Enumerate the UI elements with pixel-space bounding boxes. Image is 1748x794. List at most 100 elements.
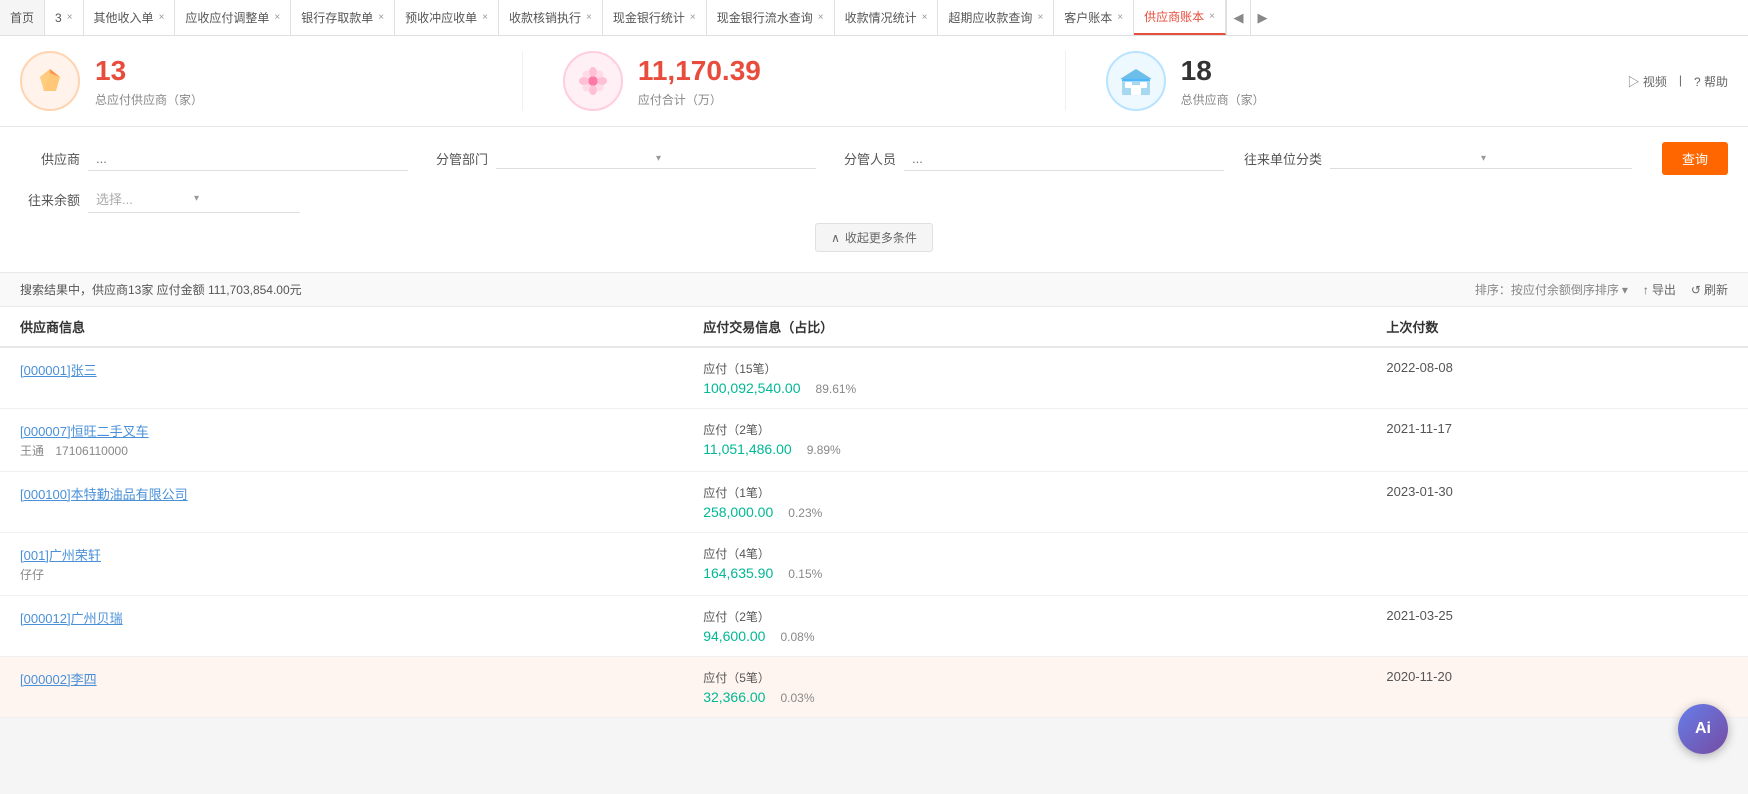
close-icon[interactable]: × [818, 12, 824, 23]
unit-class-dropdown[interactable]: ▾ [1330, 149, 1632, 169]
last-pay-cell: 2023-01-30 [1386, 484, 1728, 499]
table-row: [000012]广州贝瑞 应付（2笔） 94,600.00 0.08% 2021… [0, 596, 1748, 657]
tx-info-cell: 应付（1笔） 258,000.00 0.23% [703, 484, 1386, 520]
video-link[interactable]: ▷ 视频 [1627, 73, 1666, 90]
tx-amount[interactable]: 100,092,540.00 [703, 380, 800, 396]
supplier-link[interactable]: [000002]李四 [20, 669, 703, 688]
ai-button[interactable]: Ai [1678, 704, 1728, 754]
supplier-info-cell: [000002]李四 [20, 669, 703, 688]
tx-amount-row: 11,051,486.00 9.89% [703, 441, 1386, 457]
tab-overdue-query[interactable]: 超期应收款查询 × [938, 0, 1054, 35]
tx-label: 应付（2笔） [703, 608, 1386, 625]
supplier-info-cell: [000001]张三 [20, 360, 703, 379]
refresh-button[interactable]: ↺ 刷新 [1691, 281, 1728, 298]
close-icon[interactable]: × [274, 12, 280, 23]
supplier-sub-info: 王通 17106110000 [20, 442, 703, 459]
tab-cash-bank-stats[interactable]: 现金银行统计 × [603, 0, 707, 35]
close-icon[interactable]: × [482, 12, 488, 23]
tab-supplier-ledger[interactable]: 供应商账本 × [1134, 0, 1226, 35]
total-suppliers-label: 总供应商（家） [1181, 91, 1265, 108]
nav-arrow-right[interactable]: ▶ [1250, 0, 1274, 36]
close-icon[interactable]: × [922, 12, 928, 23]
export-icon: ↑ [1643, 283, 1649, 297]
tab-customer-ledger[interactable]: 客户账本 × [1054, 0, 1134, 35]
last-pay-cell: 2021-11-17 [1386, 421, 1728, 436]
supplier-info-cell: [000007]恒旺二手叉车 王通 17106110000 [20, 421, 703, 459]
video-icon: ▷ [1627, 75, 1639, 89]
tx-info-cell: 应付（2笔） 11,051,486.00 9.89% [703, 421, 1386, 457]
stat-total-suppliers-info: 18 总供应商（家） [1181, 54, 1265, 108]
supplier-input[interactable] [88, 147, 408, 171]
supplier-info-cell: [000012]广州贝瑞 [20, 608, 703, 627]
tx-amount[interactable]: 94,600.00 [703, 628, 765, 644]
person-label: 分管人员 [836, 149, 896, 168]
tab-receipt-exec[interactable]: 收款核销执行 × [499, 0, 603, 35]
tab-ar-ap-adjust[interactable]: 应收应付调整单 × [175, 0, 291, 35]
close-icon[interactable]: × [1037, 12, 1043, 23]
help-link[interactable]: ? 帮助 [1694, 73, 1728, 90]
balance-label: 往来余额 [20, 190, 80, 209]
close-icon[interactable]: × [378, 12, 384, 23]
tx-label: 应付（5笔） [703, 669, 1386, 686]
collapse-button[interactable]: ∧ 收起更多条件 [815, 223, 933, 252]
person-input[interactable] [904, 147, 1224, 171]
last-pay-cell: 2021-03-25 [1386, 608, 1728, 623]
tx-amount-row: 32,366.00 0.03% [703, 689, 1386, 705]
supplier-info-cell: [001]广州荣轩 仔仔 [20, 545, 703, 583]
close-icon[interactable]: × [1209, 11, 1215, 22]
payable-suppliers-label: 总应付供应商（家） [95, 91, 203, 108]
table-row: [001]广州荣轩 仔仔 应付（4笔） 164,635.90 0.15% [0, 533, 1748, 596]
last-pay-date: 2020-11-20 [1386, 669, 1452, 684]
tx-percent: 0.15% [788, 567, 822, 581]
tab-bank-deposit[interactable]: 银行存取款单 × [291, 0, 395, 35]
filter-section: 供应商 分管部门 ▾ 分管人员 往来单位分类 ▾ 查询 往来余额 选择 [0, 127, 1748, 273]
col-header-supplier: 供应商信息 [20, 317, 703, 336]
ai-label: Ai [1695, 720, 1711, 738]
close-icon[interactable]: × [159, 12, 165, 23]
filter-row-2: 往来余额 选择... ▾ [20, 185, 1728, 213]
filter-row-1: 供应商 分管部门 ▾ 分管人员 往来单位分类 ▾ 查询 [20, 142, 1728, 175]
tab-other-income[interactable]: 其他收入单 × [84, 0, 176, 35]
supplier-link[interactable]: [001]广州荣轩 [20, 545, 703, 564]
tab-home[interactable]: 首页 [0, 0, 45, 35]
stat-total-suppliers: 18 总供应商（家） [1066, 51, 1608, 111]
supplier-link[interactable]: [000007]恒旺二手叉车 [20, 421, 703, 440]
tx-percent: 0.03% [780, 691, 814, 705]
col-header-lastpay: 上次付数 [1386, 317, 1728, 336]
payable-total-label: 应付合计（万） [638, 91, 761, 108]
payable-total-number: 11,170.39 [638, 54, 761, 88]
tx-amount[interactable]: 164,635.90 [703, 565, 773, 581]
tx-label: 应付（1笔） [703, 484, 1386, 501]
tx-amount[interactable]: 11,051,486.00 [703, 441, 792, 457]
search-button[interactable]: 查询 [1662, 142, 1728, 175]
balance-dropdown[interactable]: 选择... ▾ [88, 185, 300, 213]
last-pay-date: 2022-08-08 [1386, 360, 1453, 375]
last-pay-cell: 2020-11-20 [1386, 669, 1728, 684]
unit-class-label: 往来单位分类 [1244, 149, 1322, 168]
supplier-link[interactable]: [000001]张三 [20, 360, 703, 379]
tx-amount[interactable]: 258,000.00 [703, 504, 773, 520]
dept-dropdown[interactable]: ▾ [496, 149, 816, 169]
table-row: [000007]恒旺二手叉车 王通 17106110000 应付（2笔） 11,… [0, 409, 1748, 472]
tab-cash-bank-flow[interactable]: 现金银行流水查询 × [707, 0, 835, 35]
close-icon[interactable]: × [67, 12, 73, 23]
tx-amount[interactable]: 32,366.00 [703, 689, 765, 705]
close-icon[interactable]: × [586, 12, 592, 23]
supplier-sub-info: 仔仔 [20, 566, 703, 583]
last-pay-date: 2023-01-30 [1386, 484, 1453, 499]
supplier-link[interactable]: [000012]广州贝瑞 [20, 608, 703, 627]
tx-amount-row: 100,092,540.00 89.61% [703, 380, 1386, 396]
tab-receipt-stats[interactable]: 收款情况统计 × [835, 0, 939, 35]
close-icon[interactable]: × [1117, 12, 1123, 23]
last-pay-date: 2021-11-17 [1386, 421, 1452, 436]
close-icon[interactable]: × [690, 12, 696, 23]
nav-arrow-left[interactable]: ◀ [1226, 0, 1250, 36]
supplier-link[interactable]: [000100]本特勤油品有限公司 [20, 484, 703, 503]
export-button[interactable]: ↑ 导出 [1643, 281, 1676, 298]
last-pay-cell: 2022-08-08 [1386, 360, 1728, 375]
tab-prepay-offset[interactable]: 预收冲应收单 × [395, 0, 499, 35]
tab-3[interactable]: 3 × [45, 0, 84, 35]
tx-label: 应付（2笔） [703, 421, 1386, 438]
chevron-down-icon: ▾ [194, 193, 292, 204]
tx-info-cell: 应付（2笔） 94,600.00 0.08% [703, 608, 1386, 644]
